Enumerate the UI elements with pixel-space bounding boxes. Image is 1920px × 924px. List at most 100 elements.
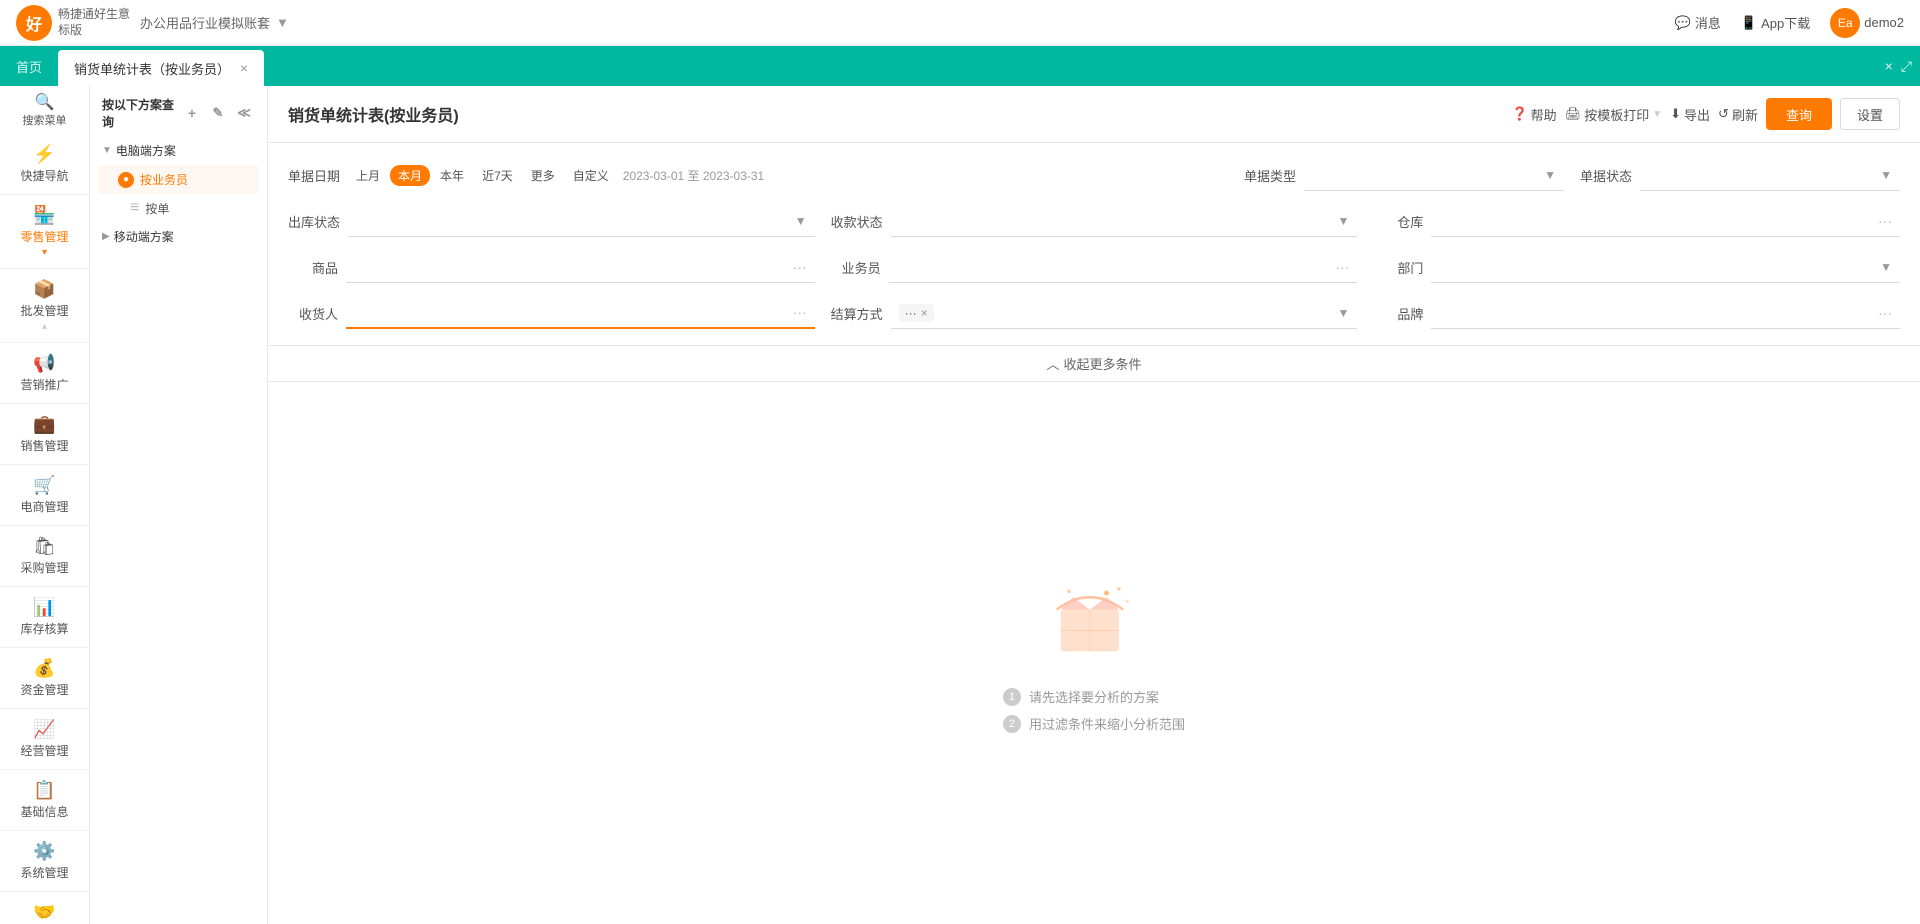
refresh-btn[interactable]: ↺ 刷新: [1718, 105, 1758, 124]
sidebar-search[interactable]: 🔍 搜索菜单: [0, 86, 89, 134]
help-icon: ❓: [1511, 106, 1527, 122]
left-panel: 按以下方案查询 + ✎ ≪ ▼ 电脑端方案 ● 按业务员 ≡ 按单: [90, 86, 268, 924]
filter-row-1: 单据日期 上月 本月 本年 近7天 更多 自定义 2023-03-01 至 20…: [288, 159, 1900, 191]
collapse-more-bar[interactable]: ︿ 收起更多条件: [268, 346, 1920, 382]
warehouse-dots-btn[interactable]: ···: [1874, 213, 1896, 229]
tab-home[interactable]: 首页: [0, 46, 58, 86]
sidebar-item-sales[interactable]: 💼 销售管理: [0, 404, 89, 465]
tab-active[interactable]: 销货单统计表（按业务员） ×: [58, 50, 264, 86]
add-scheme-btn[interactable]: +: [181, 102, 203, 124]
date-range-value: 2023-03-01 至 2023-03-31: [623, 167, 764, 184]
date-tab-lastmonth[interactable]: 上月: [348, 165, 388, 186]
goods-input-wrapper: ···: [346, 251, 815, 283]
filter-out-status: 出库状态 ▼: [288, 205, 815, 237]
out-status-label: 出库状态: [288, 212, 340, 231]
settlement-tag-close[interactable]: ×: [921, 306, 928, 320]
recv-status-label: 收款状态: [831, 212, 883, 231]
date-tab-more[interactable]: 更多: [523, 165, 563, 186]
recv-status-input[interactable]: [899, 205, 1350, 237]
salesperson-input[interactable]: [893, 259, 1332, 274]
sidebar-item-marketing[interactable]: 📢 营销推广: [0, 343, 89, 404]
brand-dots-btn[interactable]: ···: [1874, 305, 1896, 321]
sidebar-item-purchase[interactable]: 🛍 采购管理: [0, 526, 89, 587]
empty-state-svg: [1044, 573, 1144, 663]
logo-text: 畅捷通好生意 标版: [58, 7, 130, 38]
sidebar-item-system[interactable]: ⚙️ 系统管理: [0, 831, 89, 892]
main-panel: 销货单统计表(按业务员) ❓ 帮助 🖨 按模板打印 ▼ ⬇ 导出: [268, 86, 1920, 924]
brand-input[interactable]: [1435, 305, 1874, 320]
export-icon: ⬇: [1670, 106, 1681, 122]
sidebar-item-enterprise[interactable]: 🤝 企业协同: [0, 892, 89, 924]
retail-icon: 🏪: [33, 205, 55, 226]
empty-tip-1: 1 请先选择要分析的方案: [1003, 687, 1185, 706]
scheme-item-bydoc-icon: ≡: [130, 199, 139, 217]
scheme-header-actions: + ✎ ≪: [181, 102, 255, 124]
out-status-input[interactable]: [356, 205, 807, 237]
sidebar-item-basic[interactable]: 📋 基础信息: [0, 770, 89, 831]
query-button[interactable]: 查询: [1766, 98, 1832, 130]
filter-date: 单据日期 上月 本月 本年 近7天 更多 自定义 2023-03-01 至 20…: [288, 165, 1228, 186]
goods-dots-btn[interactable]: ···: [789, 259, 811, 275]
sidebar-item-operation[interactable]: 📈 经营管理: [0, 709, 89, 770]
department-label: 部门: [1373, 258, 1423, 277]
export-btn[interactable]: ⬇ 导出: [1670, 105, 1710, 124]
system-icon: ⚙️: [33, 841, 55, 862]
content-area: 按以下方案查询 + ✎ ≪ ▼ 电脑端方案 ● 按业务员 ≡ 按单: [90, 86, 1920, 924]
filter-doc-type: 单据类型 ▼: [1244, 159, 1564, 191]
date-tab-7days[interactable]: 近7天: [474, 165, 521, 186]
scheme-item-salesperson[interactable]: ● 按业务员: [98, 165, 259, 194]
print-icon: 🖨: [1565, 106, 1582, 122]
filter-settlement: 结算方式 ··· × ▼: [831, 297, 1358, 329]
settlement-label: 结算方式: [831, 304, 883, 323]
salesperson-dots-btn[interactable]: ···: [1331, 259, 1353, 275]
consignee-input-wrapper: ···: [346, 297, 815, 329]
sidebar-item-finance[interactable]: 💰 资金管理: [0, 648, 89, 709]
warehouse-input[interactable]: [1435, 213, 1874, 228]
sidebar-item-wholesale[interactable]: 📦 批发管理 ▴: [0, 269, 89, 343]
edit-scheme-btn[interactable]: ✎: [207, 102, 229, 124]
desktop-scheme-title[interactable]: ▼ 电脑端方案: [98, 136, 259, 165]
settlement-select-wrapper: ··· × ▼: [891, 297, 1358, 329]
tab-fullscreen-icon[interactable]: ⤢: [1901, 58, 1912, 75]
goods-input[interactable]: [350, 259, 789, 274]
consignee-dots-btn[interactable]: ···: [789, 304, 811, 320]
settings-button[interactable]: 设置: [1840, 98, 1900, 130]
mobile-scheme-title[interactable]: ▶ 移动端方案: [98, 222, 259, 251]
settlement-tag: ··· ×: [899, 304, 934, 322]
date-tabs: 上月 本月 本年 近7天 更多 自定义 2023-03-01 至 2023-03…: [348, 165, 764, 186]
filter-recv-status: 收款状态 ▼: [831, 205, 1358, 237]
app-download-btn[interactable]: 📱 App下载: [1741, 13, 1810, 32]
date-tab-custom[interactable]: 自定义: [565, 165, 617, 186]
sidebar-item-retail[interactable]: 🏪 零售管理 ▾: [0, 195, 89, 269]
message-btn[interactable]: 💬 消息: [1675, 13, 1721, 32]
header-right: 💬 消息 📱 App下载 Ea demo2: [1675, 8, 1904, 38]
mobile-scheme-group: ▶ 移动端方案: [90, 222, 267, 251]
tab-expand-area: × ⤢: [1885, 58, 1912, 75]
message-icon: 💬: [1675, 15, 1691, 31]
filter-warehouse: 仓库 ···: [1373, 205, 1900, 237]
date-tab-thismonth[interactable]: 本月: [390, 165, 430, 186]
purchase-icon: 🛍: [33, 536, 56, 557]
department-input[interactable]: [1439, 251, 1892, 283]
date-tab-thisyear[interactable]: 本年: [432, 165, 472, 186]
doc-type-label: 单据类型: [1244, 166, 1296, 185]
help-btn[interactable]: ❓ 帮助: [1511, 105, 1556, 124]
breadcrumb-dropdown-icon[interactable]: ▼: [276, 15, 289, 30]
doc-status-input[interactable]: [1648, 159, 1892, 191]
sidebar-item-ecommerce[interactable]: 🛒 电商管理: [0, 465, 89, 526]
collapse-panel-btn[interactable]: ≪: [233, 102, 255, 124]
doc-status-label: 单据状态: [1580, 166, 1632, 185]
sidebar-item-quicknav[interactable]: ⚡ 快捷导航: [0, 134, 89, 195]
scheme-item-bydoc[interactable]: ≡ 按单: [98, 194, 259, 222]
out-status-select-wrapper: ▼: [348, 205, 815, 237]
template-print-btn[interactable]: 🖨 按模板打印 ▼: [1565, 105, 1662, 124]
page-header-actions: ❓ 帮助 🖨 按模板打印 ▼ ⬇ 导出 ↺ 刷新: [1511, 98, 1900, 142]
logo-area: 好 畅捷通好生意 标版: [16, 5, 130, 41]
tab-close-btn[interactable]: ×: [1885, 58, 1893, 75]
doc-type-input[interactable]: [1312, 159, 1556, 191]
sidebar-item-inventory[interactable]: 📊 库存核算: [0, 587, 89, 648]
consignee-input[interactable]: [350, 305, 789, 320]
user-avatar[interactable]: Ea demo2: [1830, 8, 1904, 38]
tip-num-1: 1: [1003, 688, 1021, 706]
tab-close-icon[interactable]: ×: [240, 60, 248, 76]
